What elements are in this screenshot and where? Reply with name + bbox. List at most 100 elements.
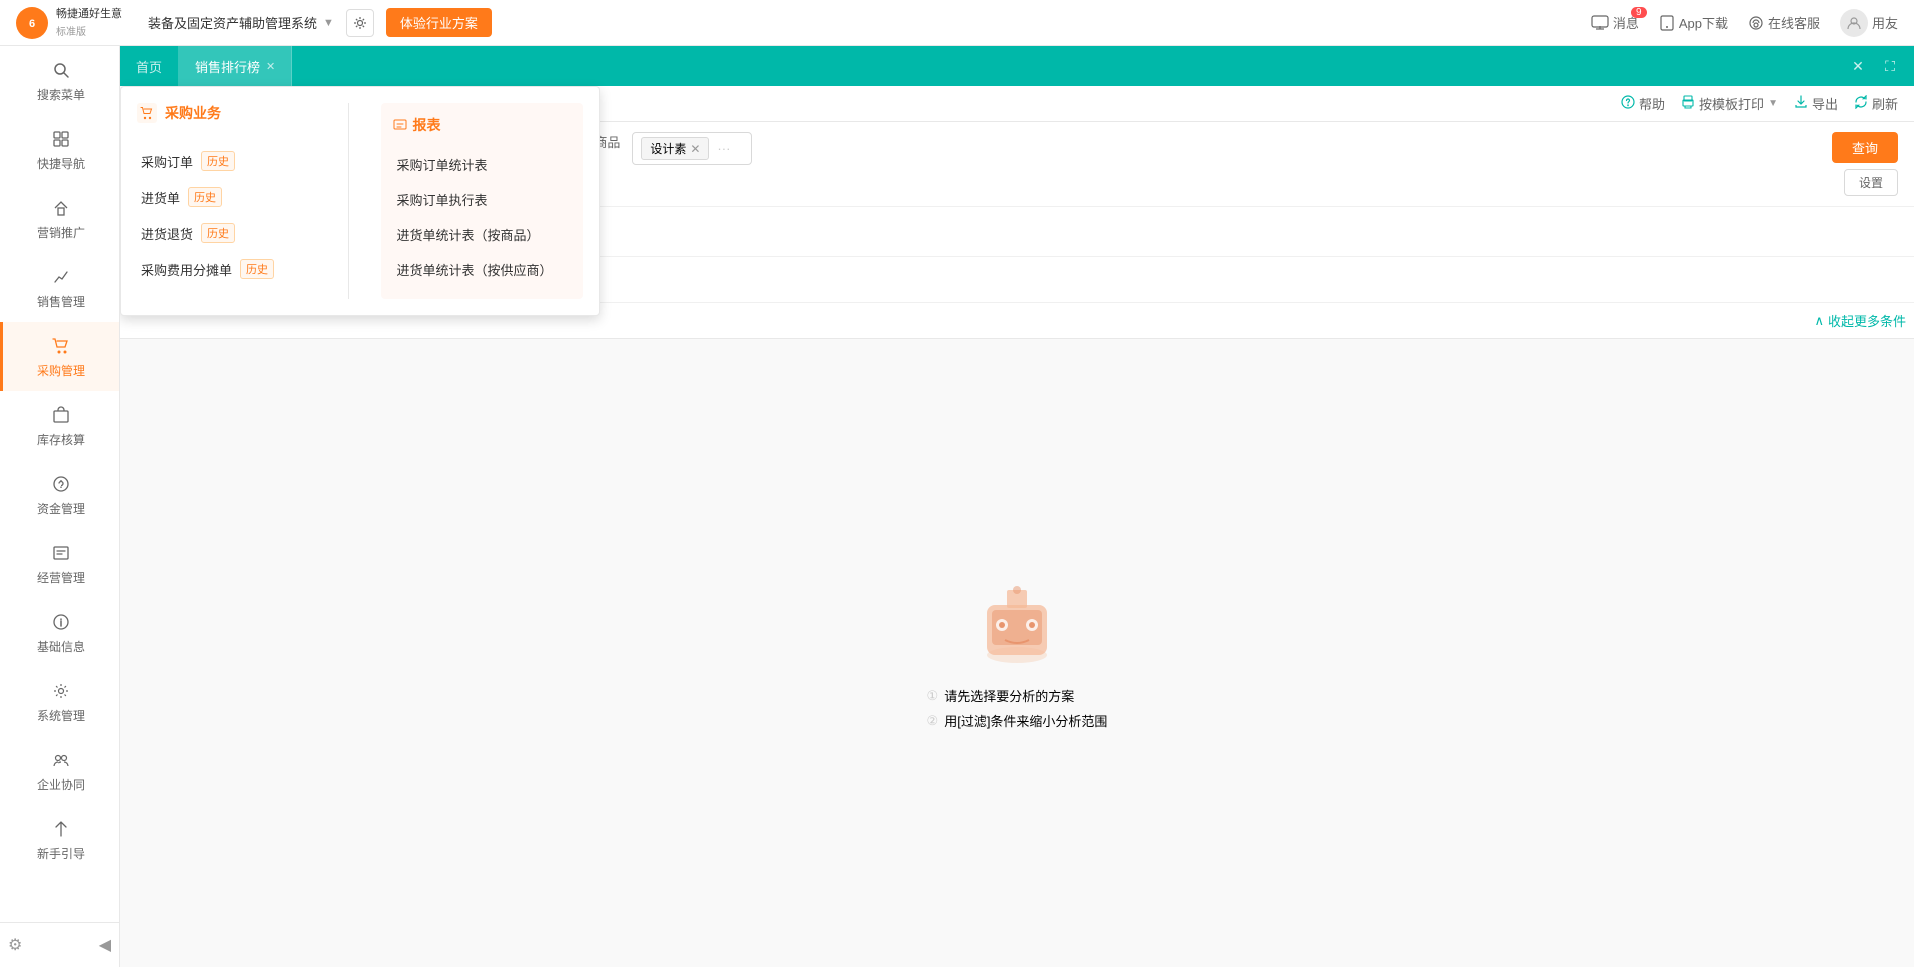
quicknav-icon (49, 127, 73, 151)
template-print-button[interactable]: 按模板打印 ▼ (1681, 94, 1778, 113)
dropdown-item-incoming-by-goods[interactable]: 进货单统计表（按商品） (393, 217, 572, 252)
dropdown-item-incoming[interactable]: 进货单 历史 (137, 179, 316, 215)
sidebar-item-basicinfo[interactable]: 基础信息 (0, 598, 119, 667)
sidebar-label-search: 搜索菜单 (37, 86, 85, 103)
refresh-icon (1854, 95, 1868, 112)
sidebar-item-quicknav[interactable]: 快捷导航 (0, 115, 119, 184)
sidebar-label-guide: 新手引导 (37, 845, 85, 862)
tab-sales-ranking[interactable]: 销售排行榜 ✕ (179, 46, 292, 86)
tab-close-icon[interactable]: ✕ (266, 60, 275, 73)
dropdown-overlay: 采购业务 采购订单 历史 进货单 历史 进货退货 历史 (120, 86, 600, 316)
purchase-col-title: 采购业务 (137, 103, 316, 131)
dropdown-item-purchase-order-stat[interactable]: 采购订单统计表 (393, 147, 572, 182)
sales-icon (49, 265, 73, 289)
tab-expand-icon[interactable]: ⛶ (1878, 54, 1902, 78)
help-button[interactable]: 帮助 (1621, 94, 1665, 113)
sidebar-item-operations[interactable]: 经营管理 (0, 529, 119, 598)
purchase-column: 采购业务 采购订单 历史 进货单 历史 进货退货 历史 (137, 103, 316, 299)
sidebar-item-guide[interactable]: 新手引导 (0, 805, 119, 874)
svg-text:6: 6 (29, 18, 35, 30)
sidebar-item-inventory[interactable]: 库存核算 (0, 391, 119, 460)
empty-hint-1: 请先选择要分析的方案 (927, 686, 1108, 705)
empty-state: 请先选择要分析的方案 用[过滤]条件来缩小分析范围 (120, 339, 1914, 967)
gear-button[interactable] (346, 9, 374, 37)
sidebar-label-inventory: 库存核算 (37, 431, 85, 448)
logo-name: 畅捷通好生意 (56, 7, 122, 22)
refresh-button[interactable]: 刷新 (1854, 94, 1898, 113)
app-download-label: App下载 (1679, 13, 1728, 32)
sidebar-item-collab[interactable]: 企业协同 (0, 736, 119, 805)
goods-tag: 设计素 ✕ (641, 137, 709, 160)
print-dropdown-icon[interactable]: ▼ (1768, 98, 1778, 109)
help-label: 帮助 (1639, 94, 1665, 113)
user-button[interactable]: 用友 (1840, 9, 1898, 37)
purchase-col-icon (137, 103, 157, 123)
user-label: 用友 (1872, 13, 1898, 32)
goods-tag-remove-icon[interactable]: ✕ (690, 142, 700, 156)
sidebar-item-finance[interactable]: 资金管理 (0, 460, 119, 529)
sidebar: 搜索菜单 快捷导航 营销推广 (0, 46, 120, 967)
dropdown-item-return[interactable]: 进货退货 历史 (137, 215, 316, 251)
app-download-button[interactable]: App下载 (1659, 13, 1728, 32)
sidebar-item-purchase[interactable]: 采购管理 (0, 322, 119, 391)
logo-icon: 6 (16, 7, 48, 39)
marketing-icon (49, 196, 73, 220)
system-title-text: 装备及固定资产辅助管理系统 (148, 13, 317, 32)
tab-home[interactable]: 首页 (120, 46, 179, 86)
tab-home-label: 首页 (136, 57, 162, 76)
sidebar-item-system[interactable]: 系统管理 (0, 667, 119, 736)
sidebar-bottom: ⚙ ◀ (0, 922, 119, 967)
system-icon (49, 679, 73, 703)
expense-label: 采购费用分摊单 (141, 260, 232, 279)
incoming-by-goods-label: 进货单统计表（按商品） (397, 225, 540, 244)
sidebar-item-search[interactable]: 搜索菜单 (0, 46, 119, 115)
incoming-history-badge: 历史 (188, 187, 222, 207)
top-right-area: 消息 9 App下载 在线客服 用友 (1591, 9, 1898, 37)
goods-input[interactable]: 设计素 ✕ ··· (632, 132, 752, 165)
return-label: 进货退货 (141, 224, 193, 243)
industry-button[interactable]: 体验行业方案 (386, 8, 492, 37)
operations-icon (49, 541, 73, 565)
refresh-label: 刷新 (1872, 94, 1898, 113)
purchase-order-exec-label: 采购订单执行表 (397, 190, 488, 209)
sidebar-label-system: 系统管理 (37, 707, 85, 724)
dropdown-item-purchase-order-exec[interactable]: 采购订单执行表 (393, 182, 572, 217)
sidebar-label-collab: 企业协同 (37, 776, 85, 793)
query-button[interactable]: 查询 (1832, 132, 1898, 163)
dropdown-item-expense[interactable]: 采购费用分摊单 历史 (137, 251, 316, 287)
collapse-button[interactable]: ∧ 收起更多条件 (1814, 311, 1906, 330)
sidebar-label-quicknav: 快捷导航 (37, 155, 85, 172)
guide-icon (49, 817, 73, 841)
top-nav: 6 畅捷通好生意 标准版 装备及固定资产辅助管理系统 ▼ 体验行业方案 消息 9 (0, 0, 1914, 46)
sidebar-collapse-icon[interactable]: ◀ (99, 935, 111, 955)
report-col-icon (393, 117, 407, 134)
hint-1-text: 请先选择要分析的方案 (944, 686, 1074, 705)
message-button[interactable]: 消息 9 (1591, 13, 1639, 32)
basicinfo-icon (49, 610, 73, 634)
hint-2-text: 用[过滤]条件来缩小分析范围 (944, 711, 1107, 730)
dropdown-item-purchase-order[interactable]: 采购订单 历史 (137, 143, 316, 179)
purchase-order-label: 采购订单 (141, 152, 193, 171)
collapse-up-icon: ∧ (1814, 313, 1824, 329)
sidebar-item-sales[interactable]: 销售管理 (0, 253, 119, 322)
sidebar-item-marketing[interactable]: 营销推广 (0, 184, 119, 253)
report-col-title-text: 报表 (413, 115, 441, 135)
tab-close-all-icon[interactable]: ✕ (1846, 54, 1870, 78)
tab-sales-ranking-label: 销售排行榜 (195, 57, 260, 76)
tab-bar-actions: ✕ ⛶ (1846, 54, 1914, 78)
collapse-label: 收起更多条件 (1828, 311, 1906, 330)
export-icon (1794, 95, 1808, 112)
settings-button[interactable]: 设置 (1844, 169, 1898, 196)
sidebar-label-finance: 资金管理 (37, 500, 85, 517)
chevron-down-icon[interactable]: ▼ (323, 17, 334, 29)
message-badge: 9 (1631, 7, 1647, 18)
empty-illustration (957, 570, 1077, 670)
export-button[interactable]: 导出 (1794, 94, 1838, 113)
online-service-button[interactable]: 在线客服 (1748, 13, 1820, 32)
sidebar-settings-icon[interactable]: ⚙ (8, 935, 22, 955)
logo-area: 6 畅捷通好生意 标准版 (16, 7, 136, 39)
empty-hints: 请先选择要分析的方案 用[过滤]条件来缩小分析范围 (927, 686, 1108, 736)
expense-history-badge: 历史 (240, 259, 274, 279)
dropdown-item-incoming-by-supplier[interactable]: 进货单统计表（按供应商） (393, 252, 572, 287)
purchase-order-stat-label: 采购订单统计表 (397, 155, 488, 174)
